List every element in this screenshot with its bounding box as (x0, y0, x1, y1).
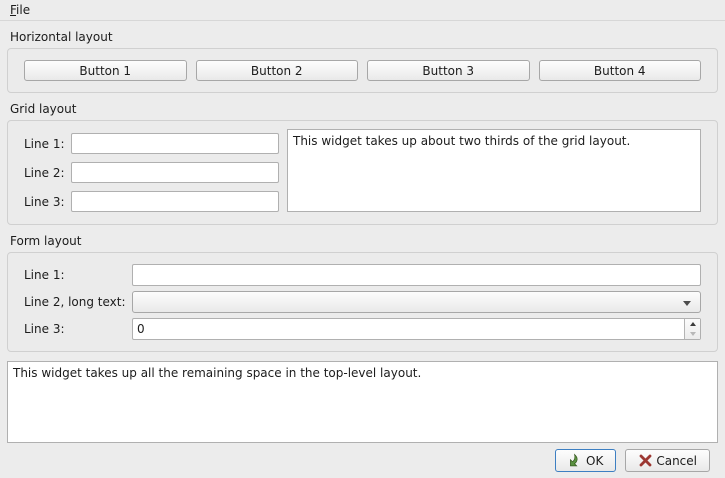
spinbox-down-button[interactable] (685, 329, 700, 339)
form-line2-combobox[interactable] (132, 291, 701, 313)
form-line1-input[interactable] (132, 264, 701, 286)
spinbox-buttons (684, 319, 700, 339)
group-title-form-layout: Form layout (10, 234, 82, 248)
grid-line3-input[interactable] (71, 191, 279, 212)
grid-line1-input[interactable] (71, 133, 279, 154)
grid-line2-label: Line 2: (24, 165, 65, 180)
form-line1-label: Line 1: (24, 268, 65, 282)
button-4[interactable]: Button 4 (538, 60, 701, 81)
group-title-horizontal-layout: Horizontal layout (10, 30, 113, 44)
spinbox-input[interactable] (132, 318, 701, 340)
form-line3-label: Line 3: (24, 322, 65, 336)
button-2[interactable]: Button 2 (195, 60, 358, 81)
menu-file-label: ile (16, 3, 31, 17)
ok-button-label: OK (586, 453, 604, 468)
cancel-button-label: Cancel (656, 453, 697, 468)
spinbox-up-button[interactable] (685, 319, 700, 329)
chevron-down-icon (683, 301, 691, 306)
red-cross-icon (638, 453, 653, 468)
menubar: File (0, 0, 725, 21)
grid-line1-label: Line 1: (24, 136, 65, 151)
form-line3-spinbox (132, 318, 701, 340)
bottom-text-edit[interactable]: This widget takes up all the remaining s… (7, 361, 718, 443)
menu-file[interactable]: File (0, 1, 40, 19)
grid-line3-label: Line 3: (24, 194, 65, 209)
green-arrow-icon (568, 453, 583, 468)
arrow-up-icon (689, 322, 696, 326)
button-1[interactable]: Button 1 (24, 60, 187, 81)
group-form-layout: Line 1: Line 2, long text: Line 3: (7, 252, 718, 352)
button-3[interactable]: Button 3 (367, 60, 530, 81)
arrow-down-icon (689, 332, 696, 336)
cancel-button[interactable]: Cancel (625, 449, 710, 472)
grid-text-edit[interactable]: This widget takes up about two thirds of… (287, 129, 701, 212)
grid-line2-input[interactable] (71, 162, 279, 183)
ok-button[interactable]: OK (555, 449, 617, 472)
form-line2-label: Line 2, long text: (24, 295, 126, 309)
group-grid-layout: Line 1: This widget takes up about two t… (7, 120, 718, 225)
dialog-button-box: OK Cancel (0, 449, 710, 472)
group-horizontal-layout: Button 1 Button 2 Button 3 Button 4 (7, 48, 718, 93)
group-title-grid-layout: Grid layout (10, 102, 77, 116)
